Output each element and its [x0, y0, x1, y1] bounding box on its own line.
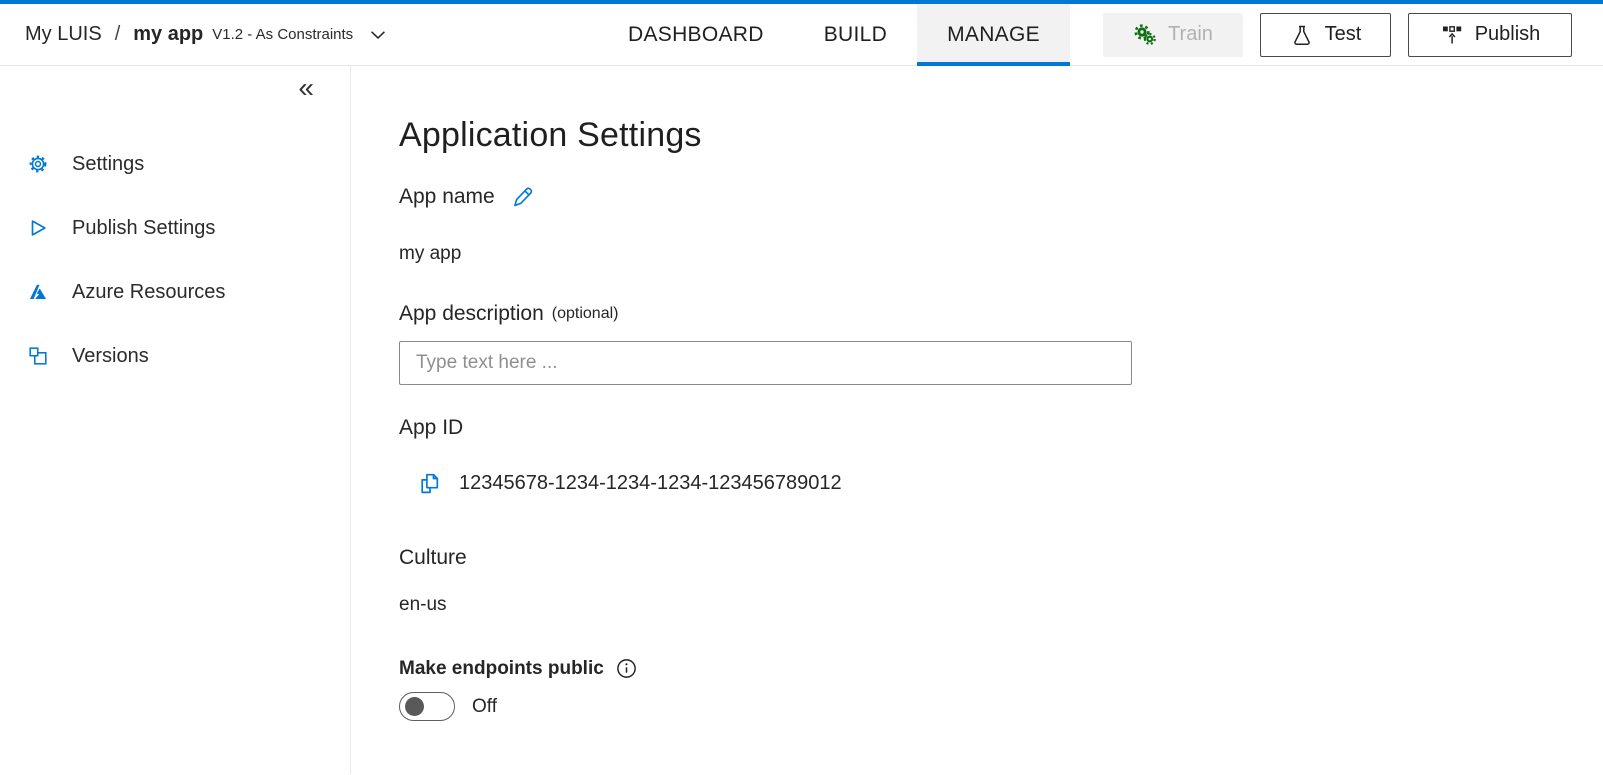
- publish-deploy-icon: [1440, 23, 1464, 47]
- breadcrumb-version-label: V1.2 - As Constraints: [212, 26, 353, 43]
- app-id-value: 12345678-1234-1234-1234-123456789012: [459, 472, 842, 495]
- sidebar-item-publish-settings[interactable]: Publish Settings: [0, 196, 350, 260]
- test-button[interactable]: Test: [1260, 13, 1391, 57]
- publish-button[interactable]: Publish: [1408, 13, 1572, 57]
- test-flask-icon: [1290, 23, 1314, 47]
- app-id-label: App ID: [399, 416, 1603, 440]
- breadcrumb: My LUIS / my app V1.2 - As Constraints: [0, 23, 389, 46]
- page-title: Application Settings: [399, 116, 1603, 155]
- play-icon: [27, 217, 49, 239]
- app-description-label: App description: [399, 302, 544, 326]
- sidebar-menu: Settings Publish Settings Azure Res: [0, 66, 350, 388]
- train-button-label: Train: [1168, 23, 1213, 46]
- settings-main-panel: Application Settings App name my app App…: [351, 66, 1603, 774]
- tab-build[interactable]: BUILD: [794, 4, 917, 66]
- train-button[interactable]: Train: [1103, 13, 1243, 57]
- app-description-section: App description (optional): [399, 302, 1603, 326]
- manage-sidebar: « Settings: [0, 66, 351, 774]
- culture-value: en-us: [399, 594, 1603, 616]
- app-name-value: my app: [399, 243, 1603, 265]
- public-endpoints-toggle[interactable]: [399, 692, 455, 721]
- tab-manage[interactable]: MANAGE: [917, 4, 1070, 66]
- version-dropdown-chevron-icon[interactable]: [367, 24, 389, 46]
- app-description-input[interactable]: [399, 341, 1132, 385]
- azure-icon: [27, 281, 49, 303]
- sidebar-item-label: Publish Settings: [72, 217, 215, 240]
- train-gears-icon: [1133, 23, 1157, 47]
- info-icon[interactable]: [615, 657, 638, 680]
- culture-label: Culture: [399, 546, 1603, 570]
- publish-button-label: Publish: [1475, 23, 1541, 46]
- sidebar-item-azure-resources[interactable]: Azure Resources: [0, 260, 350, 324]
- top-nav-tabs: DASHBOARD BUILD MANAGE: [598, 4, 1070, 66]
- edit-pencil-icon[interactable]: [510, 184, 536, 210]
- breadcrumb-separator: /: [115, 23, 121, 46]
- public-endpoints-label: Make endpoints public: [399, 658, 604, 680]
- breadcrumb-app-name[interactable]: my app: [133, 23, 203, 46]
- sidebar-collapse-chevron-icon[interactable]: «: [298, 74, 314, 102]
- versions-icon: [27, 345, 49, 367]
- header-action-buttons: Train Test: [1103, 13, 1603, 57]
- sidebar-item-label: Versions: [72, 345, 149, 368]
- breadcrumb-my-luis-link[interactable]: My LUIS: [25, 23, 102, 46]
- toggle-knob: [405, 697, 424, 716]
- app-id-row: 12345678-1234-1234-1234-123456789012: [399, 471, 1603, 496]
- public-endpoints-toggle-row: Off: [399, 692, 1603, 721]
- test-button-label: Test: [1325, 23, 1362, 46]
- app-name-label: App name: [399, 185, 495, 209]
- tab-dashboard[interactable]: DASHBOARD: [598, 4, 794, 66]
- sidebar-item-label: Settings: [72, 153, 144, 176]
- sidebar-item-versions[interactable]: Versions: [0, 324, 350, 388]
- app-header: My LUIS / my app V1.2 - As Constraints D…: [0, 4, 1603, 66]
- app-description-optional-note: (optional): [552, 305, 619, 323]
- gear-icon: [27, 153, 49, 175]
- sidebar-item-settings[interactable]: Settings: [0, 132, 350, 196]
- sidebar-item-label: Azure Resources: [72, 281, 225, 304]
- public-endpoints-section: Make endpoints public: [399, 657, 1603, 680]
- app-name-section: App name: [399, 184, 1603, 210]
- copy-icon[interactable]: [417, 471, 442, 496]
- toggle-state-label: Off: [472, 696, 497, 718]
- page-body: « Settings: [0, 66, 1603, 774]
